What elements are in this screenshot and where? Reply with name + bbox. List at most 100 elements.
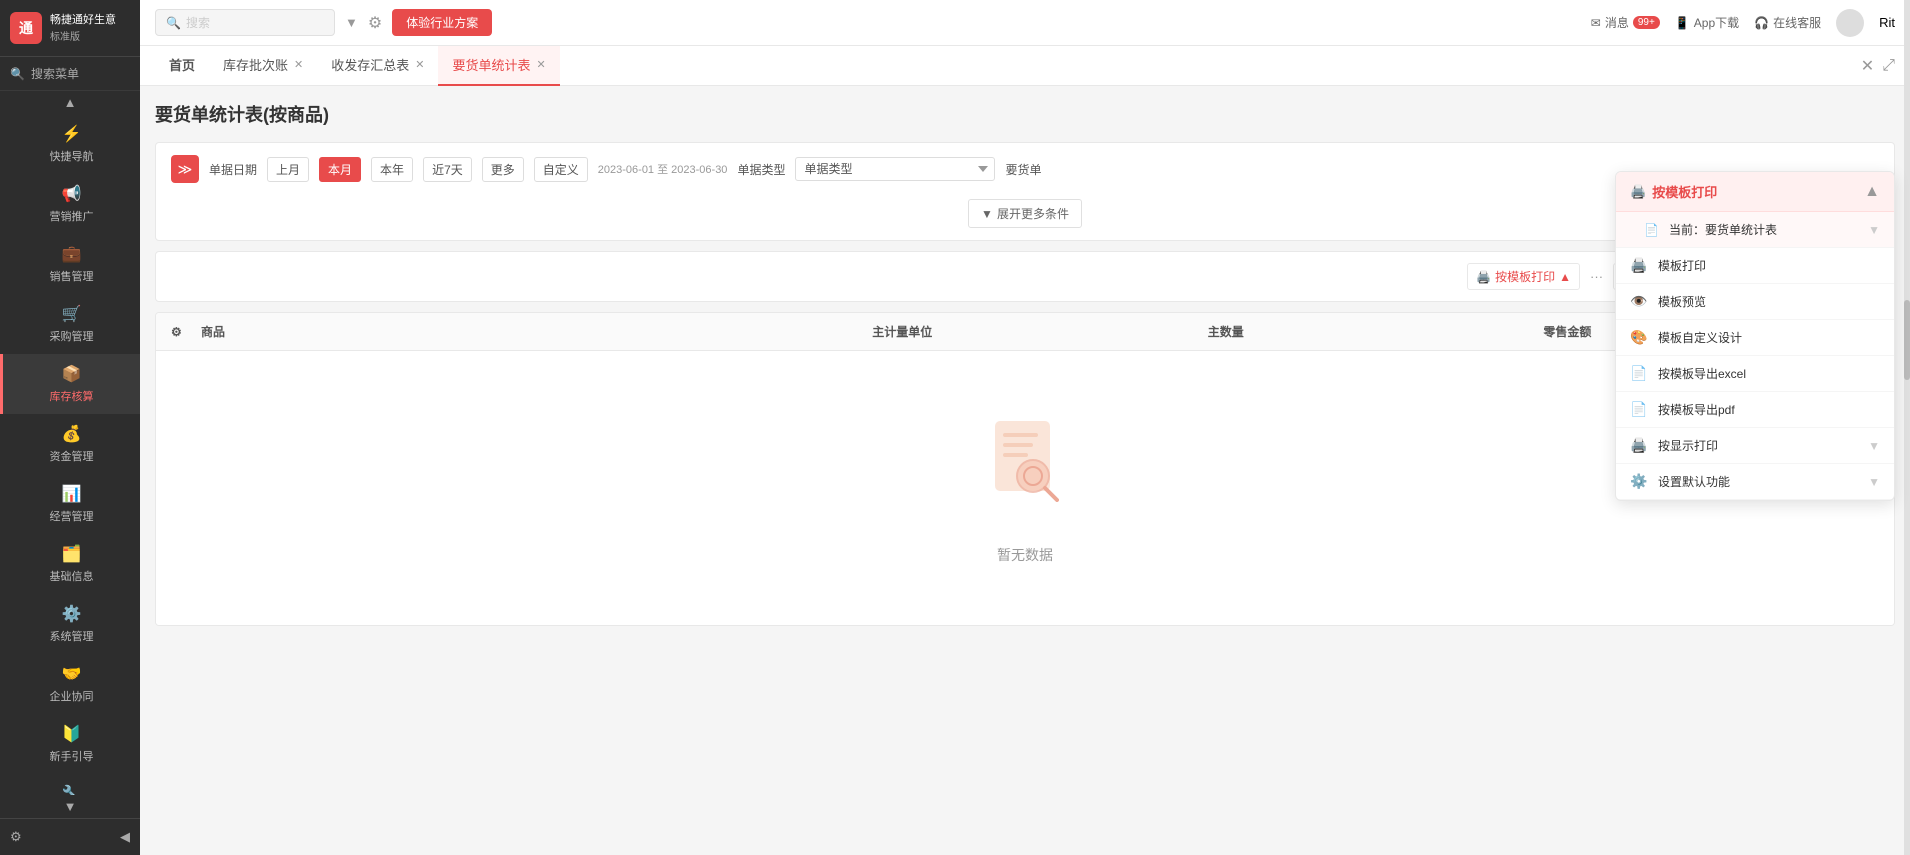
sidebar-label-sales: 销售管理 [50,268,94,284]
print-template-button[interactable]: 🖨️ 按模板打印 ▲ [1467,263,1580,290]
sidebar-item-collab[interactable]: 🤝 企业协同 [0,654,140,714]
popup-close-button[interactable]: ▲ [1864,183,1880,201]
popup-item-template-custom[interactable]: 🎨 模板自定义设计 [1616,320,1894,356]
order-type-label: 单据类型 [737,161,785,178]
sidebar-item-inventory[interactable]: 📦 库存核算 [0,354,140,414]
template-excel-label: 按模板导出excel [1658,365,1746,382]
app-sub: 标准版 [50,28,116,43]
popup-title: 🖨️ 按模板打印 [1630,182,1717,201]
tab-order-stats[interactable]: 要货单统计表 ✕ [438,46,559,86]
date-btn-7days[interactable]: 近7天 [423,157,472,182]
window-expand-icon[interactable]: ⤢ [1882,57,1895,75]
popup-item-template-excel[interactable]: 📄 按模板导出excel [1616,356,1894,392]
template-preview-label: 模板预览 [1658,293,1706,310]
date-range-display: 2023-06-01 至 2023-06-30 [598,161,728,177]
date-filter-label: 单据日期 [209,161,257,178]
popup-item-template-pdf[interactable]: 📄 按模板导出pdf [1616,392,1894,428]
default-func-icon: ⚙️ [1630,473,1648,490]
more-options-icon[interactable]: ··· [1590,269,1603,284]
tab-receipt-summary-close[interactable]: ✕ [415,58,424,71]
finance-icon: 💰 [62,424,82,444]
right-scrollbar[interactable] [1904,0,1910,855]
sidebar-item-finance[interactable]: 💰 资金管理 [0,414,140,474]
popup-item-template-preview[interactable]: 👁️ 模板预览 [1616,284,1894,320]
template-pdf-icon: 📄 [1630,401,1648,418]
dropdown-arrow-icon[interactable]: ▼ [345,15,358,30]
service-icon: 🎧 [1754,16,1769,30]
sales-icon: 💼 [62,244,82,264]
sidebar-label-operations: 经营管理 [50,508,94,524]
sidebar-item-system[interactable]: ⚙️ 系统管理 [0,594,140,654]
scroll-up-btn[interactable]: ▲ [0,91,140,114]
settings-col-icon[interactable]: ⚙ [171,325,182,339]
apps-icon: 🔧 [62,784,82,795]
settings-icon[interactable]: ⚙ [10,829,22,845]
print-dropdown-popup: 🖨️ 按模板打印 ▲ 📄 当前：要货单统计表 ▼ 🖨️ 模板打印 👁️ 模板预览… [1615,171,1895,501]
date-btn-this-month[interactable]: 本月 [319,157,361,182]
online-service-button[interactable]: 🎧 在线客服 [1754,14,1821,31]
tabs-bar: 首页 库存批次账 ✕ 收发存汇总表 ✕ 要货单统计表 ✕ ✕ ⤢ [140,46,1910,86]
empty-text: 暂无数据 [997,545,1053,565]
sidebar-label-collab: 企业协同 [50,688,94,704]
order-goods-label: 要货单 [1005,161,1041,178]
inventory-icon: 📦 [62,364,82,384]
popup-item-default-func[interactable]: ⚙️ 设置默认功能 ▼ [1616,464,1894,500]
trial-button[interactable]: 体验行业方案 [392,9,492,36]
messages-button[interactable]: ✉ 消息 99+ [1591,14,1660,31]
popup-current-item[interactable]: 📄 当前：要货单统计表 ▼ [1616,212,1894,248]
filter-toggle-button[interactable]: ≫ [171,155,199,183]
sidebar-item-guide[interactable]: 🔰 新手引导 [0,714,140,774]
print-arrow-icon: ▲ [1559,270,1571,284]
sidebar-label-basic: 基础信息 [50,568,94,584]
app-download-button[interactable]: 📱 App下载 [1675,14,1739,31]
popup-item-display-print[interactable]: 🖨️ 按显示打印 ▼ [1616,428,1894,464]
tab-receipt-summary[interactable]: 收发存汇总表 ✕ [317,46,438,86]
tab-order-stats-label: 要货单统计表 [452,55,530,74]
sidebar-item-apps[interactable]: 🔧 应用中心 [0,774,140,795]
tab-order-stats-close[interactable]: ✕ [537,58,546,71]
settings-gear-icon[interactable]: ⚙ [368,13,382,33]
popup-print-icon: 🖨️ [1630,184,1646,200]
sidebar-item-sales[interactable]: 💼 销售管理 [0,234,140,294]
sidebar-item-quick-nav[interactable]: ⚡ 快捷导航 [0,114,140,174]
date-btn-more[interactable]: 更多 [482,157,524,182]
sidebar-bottom: ⚙ ◀ [0,818,140,855]
header-search-icon: 🔍 [166,16,181,30]
collab-icon: 🤝 [62,664,82,684]
sidebar-item-purchase[interactable]: 🛒 采购管理 [0,294,140,354]
tab-batch-account-label: 库存批次账 [223,55,288,74]
sidebar-item-operations[interactable]: 📊 经营管理 [0,474,140,534]
col-qty-header: 主数量 [1208,323,1544,340]
search-icon: 🔍 [10,67,25,81]
empty-icon [975,411,1075,530]
date-btn-last-month[interactable]: 上月 [267,157,309,182]
app-name: 畅捷通好生意 [50,13,116,28]
scrollbar-thumb[interactable] [1904,300,1910,380]
date-btn-this-year[interactable]: 本年 [371,157,413,182]
sidebar-item-basic[interactable]: 🗂️ 基础信息 [0,534,140,594]
scroll-down-btn[interactable]: ▼ [0,795,140,818]
date-btn-custom[interactable]: 自定义 [534,157,588,182]
collapse-icon[interactable]: ◀ [120,829,130,845]
app-download-label: App下载 [1694,14,1739,31]
window-close-icon[interactable]: ✕ [1861,56,1874,76]
default-func-label: 设置默认功能 [1658,473,1730,490]
sidebar-search[interactable]: 🔍 搜索菜单 [0,57,140,91]
sidebar-nav: ⚡ 快捷导航 📢 营销推广 💼 销售管理 🛒 采购管理 📦 库存核算 💰 资金管… [0,114,140,795]
tab-home[interactable]: 首页 [155,46,209,86]
app-download-icon: 📱 [1675,16,1690,30]
col-unit-header: 主计量单位 [872,323,1208,340]
tab-batch-account-close[interactable]: ✕ [294,58,303,71]
header-search[interactable]: 🔍 搜索 [155,9,335,36]
order-type-select[interactable]: 单据类型 [795,157,995,181]
popup-item-template-print[interactable]: 🖨️ 模板打印 [1616,248,1894,284]
sidebar-label-quick-nav: 快捷导航 [50,148,94,164]
default-func-arrow-icon: ▼ [1868,475,1880,489]
message-badge: 99+ [1633,16,1660,29]
user-avatar[interactable] [1836,9,1864,37]
expand-more-button[interactable]: ▼ 展开更多条件 [968,199,1082,228]
tab-batch-account[interactable]: 库存批次账 ✕ [209,46,317,86]
sidebar-item-marketing[interactable]: 📢 营销推广 [0,174,140,234]
sidebar-label-guide: 新手引导 [50,748,94,764]
main-content: 🔍 搜索 ▼ ⚙ 体验行业方案 ✉ 消息 99+ 📱 App下载 🎧 在线客服 … [140,0,1910,855]
